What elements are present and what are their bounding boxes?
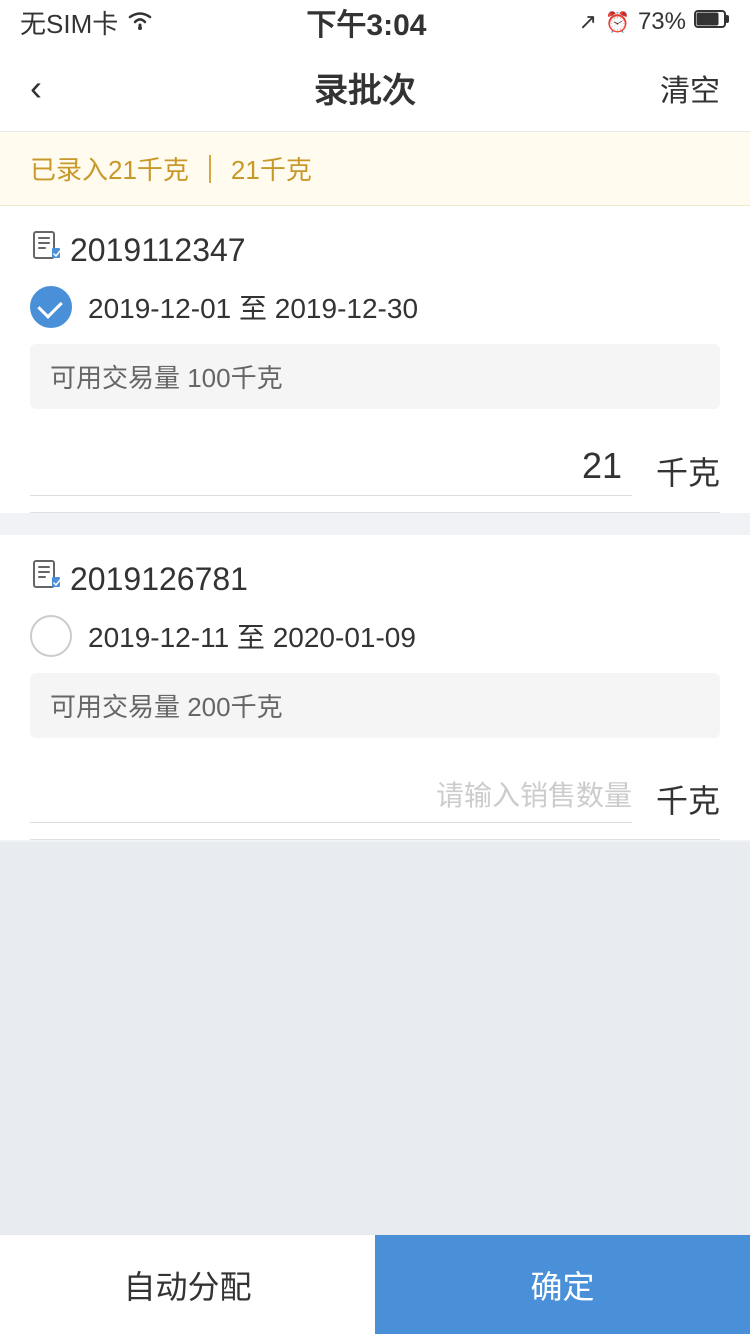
carrier-text: 无SIM卡	[20, 4, 118, 41]
status-left: 无SIM卡	[20, 4, 154, 41]
batch-availability-2: 可用交易量 200千克	[30, 673, 720, 738]
divider-1	[30, 512, 720, 513]
batch-date-text-1: 2019-12-01 至 2019-12-30	[88, 287, 418, 327]
section-gap	[0, 515, 750, 535]
batch-doc-icon-2	[30, 559, 62, 599]
bottom-filler	[0, 842, 750, 1272]
bottom-bar: 自动分配 确定	[0, 1234, 750, 1334]
confirm-button[interactable]: 确定	[375, 1235, 750, 1334]
status-right: ↗ ⏰ 73%	[579, 8, 730, 36]
batch-radio-2[interactable]	[30, 615, 72, 657]
batch-id-text-2: 2019126781	[70, 561, 248, 598]
batch-card-2: 2019126781 2019-12-11 至 2020-01-09 可用交易量…	[0, 535, 750, 840]
battery-percent: 73%	[638, 8, 686, 36]
summary-divider	[209, 155, 211, 183]
divider-2	[30, 839, 720, 840]
wifi-icon	[126, 7, 154, 38]
entered-summary: 已录入21千克	[30, 150, 189, 187]
quantity-row-1: 21 千克	[0, 429, 750, 512]
batch-id-row-1: 2019112347	[30, 230, 720, 270]
summary-bar: 已录入21千克 21千克	[0, 132, 750, 206]
batch-item-1: 2019112347 2019-12-01 至 2019-12-30 可用交易量…	[0, 206, 750, 409]
status-time: 下午3:04	[306, 0, 426, 44]
batch-id-text-1: 2019112347	[70, 232, 246, 269]
batch-id-row-2: 2019126781	[30, 559, 720, 599]
batch-radio-1[interactable]	[30, 286, 72, 328]
content-area: 2019112347 2019-12-01 至 2019-12-30 可用交易量…	[0, 206, 750, 1272]
summary-value: 21千克	[231, 150, 312, 187]
batch-date-row-2: 2019-12-11 至 2020-01-09	[30, 615, 720, 657]
quantity-input-wrapper-2[interactable]: 请输入销售数量	[30, 774, 632, 823]
quantity-unit-1: 千克	[656, 448, 720, 494]
batch-item-2: 2019126781 2019-12-11 至 2020-01-09 可用交易量…	[0, 535, 750, 738]
batch-date-text-2: 2019-12-11 至 2020-01-09	[88, 616, 416, 656]
location-icon: ↗	[579, 9, 597, 35]
alarm-icon: ⏰	[605, 10, 630, 35]
auto-distribute-button[interactable]: 自动分配	[0, 1235, 375, 1334]
quantity-unit-2: 千克	[656, 776, 720, 822]
batch-availability-1: 可用交易量 100千克	[30, 344, 720, 409]
clear-button[interactable]: 清空	[640, 66, 720, 110]
batch-doc-icon-1	[30, 230, 62, 270]
status-bar: 无SIM卡 下午3:04 ↗ ⏰ 73%	[0, 0, 750, 44]
batch-card-1: 2019112347 2019-12-01 至 2019-12-30 可用交易量…	[0, 206, 750, 513]
batch-date-row-1: 2019-12-01 至 2019-12-30	[30, 286, 720, 328]
nav-bar: ‹ 录批次 清空	[0, 44, 750, 132]
quantity-row-2: 请输入销售数量 千克	[0, 758, 750, 839]
quantity-placeholder-2: 请输入销售数量	[30, 774, 632, 814]
quantity-input-wrapper-1: 21	[30, 445, 632, 496]
battery-icon	[694, 8, 730, 36]
back-button[interactable]: ‹	[30, 67, 90, 109]
quantity-value-1: 21	[582, 445, 622, 487]
page-title: 录批次	[314, 63, 416, 112]
